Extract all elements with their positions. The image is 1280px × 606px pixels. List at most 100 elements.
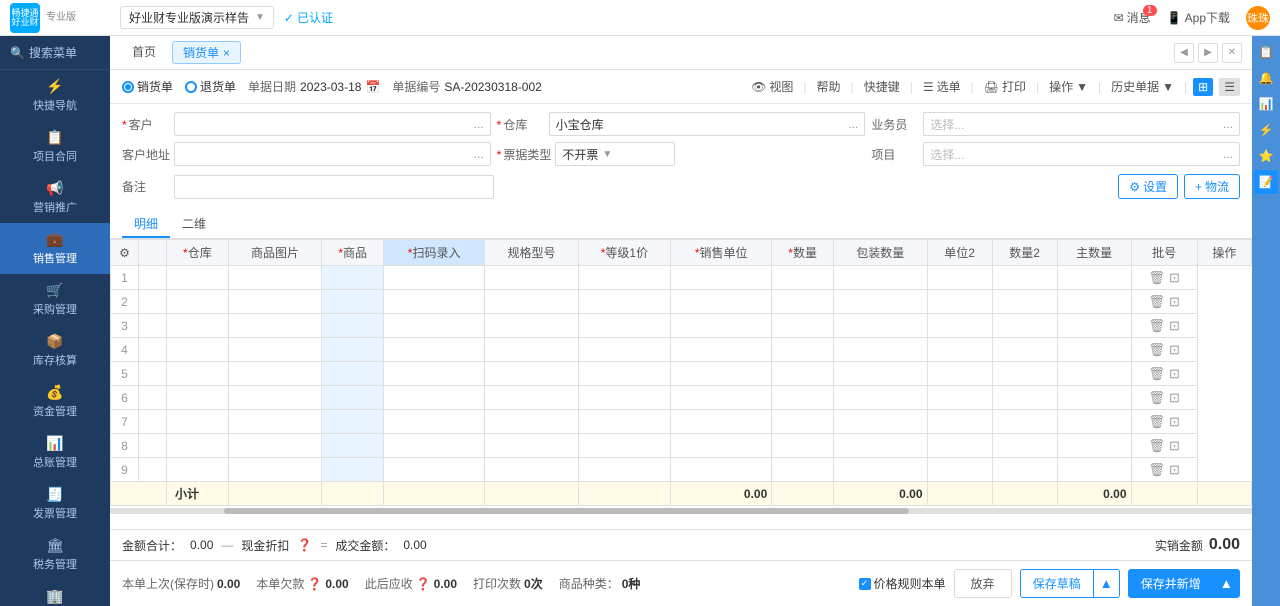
help-icon[interactable]: ❓ [297,538,312,552]
table-view-1-button[interactable]: ⊞ [1193,78,1213,96]
save-new-arrow-button[interactable]: ▲ [1214,569,1240,598]
row-1-scan[interactable] [322,266,384,290]
sidebar-item-marketing[interactable]: 📢 营销推广 [0,172,110,223]
sidebar-item-purchase[interactable]: 🛒 采购管理 [0,274,110,325]
row-2-spec[interactable] [384,290,485,314]
view-button[interactable]: 👁 视图 [747,76,797,97]
tab-close-icon[interactable]: × [223,46,230,60]
row-5-copy-icon[interactable]: ⊡ [1169,366,1180,382]
right-tool-2-button[interactable]: 🔔 [1254,66,1278,90]
calendar-icon[interactable]: 📅 [365,80,380,94]
customer-dots-icon[interactable]: ... [474,117,484,131]
tab-detail[interactable]: 明细 [122,211,170,238]
sidebar-item-quicknav[interactable]: ⚡ 快捷导航 [0,70,110,121]
settings-button[interactable]: ⚙ 设置 [1118,174,1178,199]
history-button[interactable]: 历史单据 ▼ [1107,76,1178,97]
right-tool-1-button[interactable]: 📋 [1254,40,1278,64]
col-settings[interactable]: ⚙ [111,240,139,266]
operation-button[interactable]: 操作 ▼ [1045,76,1092,97]
sidebar-item-tax[interactable]: 🏛 税务管理 [0,529,110,580]
row-1-main-qty[interactable] [992,266,1057,290]
save-draft-button[interactable]: 保存草稿 [1020,569,1094,598]
customer-input[interactable]: ... [174,112,491,136]
row-8-delete-icon[interactable]: 🗑 [1148,438,1165,454]
scrollbar-thumb[interactable] [224,508,909,514]
shortcut-button[interactable]: 快捷键 [860,76,904,97]
row-2-delete-icon[interactable]: 🗑 [1148,294,1165,310]
right-tool-4-button[interactable]: ⚡ [1254,118,1278,142]
sidebar-item-inventory[interactable]: 📦 库存核算 [0,325,110,376]
row-2-grade-price[interactable] [485,290,578,314]
sidebar-item-project[interactable]: 📋 项目合同 [0,121,110,172]
return-order-radio[interactable]: 退货单 [185,78,236,95]
row-1-grade-price[interactable] [485,266,578,290]
row-7-delete-icon[interactable]: 🗑 [1148,414,1165,430]
row-1-qty2[interactable] [927,266,992,290]
row-1-sales-unit[interactable] [578,266,670,290]
tab-home[interactable]: 首页 [120,36,168,69]
sidebar-item-invoice[interactable]: 🧾 发票管理 [0,478,110,529]
tab-prev-button[interactable]: ◀ [1174,43,1194,63]
logistics-button[interactable]: + 物流 [1184,174,1240,199]
table-settings-icon[interactable]: ⚙ [119,246,130,260]
abandon-button[interactable]: 放弃 [954,569,1012,598]
sidebar-item-accounting[interactable]: 📊 总账管理 [0,427,110,478]
row-8-copy-icon[interactable]: ⊡ [1169,438,1180,454]
row-2-qty2[interactable] [927,290,992,314]
tab-2d[interactable]: 二维 [170,211,218,238]
row-2-scan[interactable] [322,290,384,314]
debt-help-icon[interactable]: ❓ [307,577,322,591]
row-1-copy-icon[interactable]: ⊡ [1169,270,1180,286]
row-2-warehouse[interactable] [139,290,167,314]
price-rule-checkbox[interactable]: ✓ [859,578,871,590]
row-1-warehouse[interactable] [139,266,167,290]
row-2-sales-unit[interactable] [578,290,670,314]
help-button[interactable]: 帮助 [813,76,845,97]
sidebar-search[interactable]: 🔍 搜索菜单 [0,36,110,70]
row-2-copy-icon[interactable]: ⊡ [1169,294,1180,310]
row-1-unit2[interactable] [834,266,927,290]
row-2-batch[interactable] [1057,290,1131,314]
row-1-pack-qty[interactable] [772,266,834,290]
tab-sales-order[interactable]: 销货单 × [172,41,241,64]
row-4-delete-icon[interactable]: 🗑 [1148,342,1165,358]
horizontal-scrollbar[interactable] [110,508,1252,514]
row-2-main-qty[interactable] [992,290,1057,314]
row-2-pack-qty[interactable] [772,290,834,314]
save-new-button[interactable]: 保存并新增 [1128,569,1214,598]
row-3-copy-icon[interactable]: ⊡ [1169,318,1180,334]
row-9-delete-icon[interactable]: 🗑 [1148,462,1165,478]
warehouse-dots-icon[interactable]: ... [848,117,858,131]
future-help-icon[interactable]: ❓ [416,577,431,591]
user-avatar-button[interactable]: 珠珠 [1246,6,1270,30]
tab-next-button[interactable]: ▶ [1198,43,1218,63]
tab-close-button[interactable]: ✕ [1222,43,1242,63]
row-9-copy-icon[interactable]: ⊡ [1169,462,1180,478]
sidebar-item-finance[interactable]: 💰 资金管理 [0,376,110,427]
select-button[interactable]: ☰ 选单 [919,76,965,97]
row-2-product[interactable] [228,290,321,314]
invoice-select[interactable]: 不开票 ▼ [555,142,675,166]
row-3-delete-icon[interactable]: 🗑 [1148,318,1165,334]
warehouse-input[interactable]: 小宝仓库 ... [549,112,866,136]
project-input[interactable]: 选择... ... [923,142,1240,166]
row-6-copy-icon[interactable]: ⊡ [1169,390,1180,406]
app-download-button[interactable]: 📱 App下载 [1167,9,1230,26]
sales-order-radio[interactable]: 销货单 [122,78,173,95]
right-tool-6-button[interactable]: 📝 [1254,170,1278,194]
row-5-delete-icon[interactable]: 🗑 [1148,366,1165,382]
row-1-qty[interactable] [671,266,772,290]
row-2-unit2[interactable] [834,290,927,314]
save-draft-arrow-button[interactable]: ▲ [1094,569,1120,598]
row-4-copy-icon[interactable]: ⊡ [1169,342,1180,358]
sidebar-item-sales[interactable]: 💼 销售管理 [0,223,110,274]
message-button[interactable]: ✉ 消息 1 [1114,9,1151,26]
row-2-qty[interactable] [671,290,772,314]
salesperson-dots-icon[interactable]: ... [1223,117,1233,131]
row-1-product[interactable] [228,266,321,290]
row-1-batch[interactable] [1057,266,1131,290]
row-7-copy-icon[interactable]: ⊡ [1169,414,1180,430]
address-dots-icon[interactable]: ... [474,147,484,161]
print-button[interactable]: 🖨 打印 [980,76,1030,97]
row-1-spec[interactable] [384,266,485,290]
